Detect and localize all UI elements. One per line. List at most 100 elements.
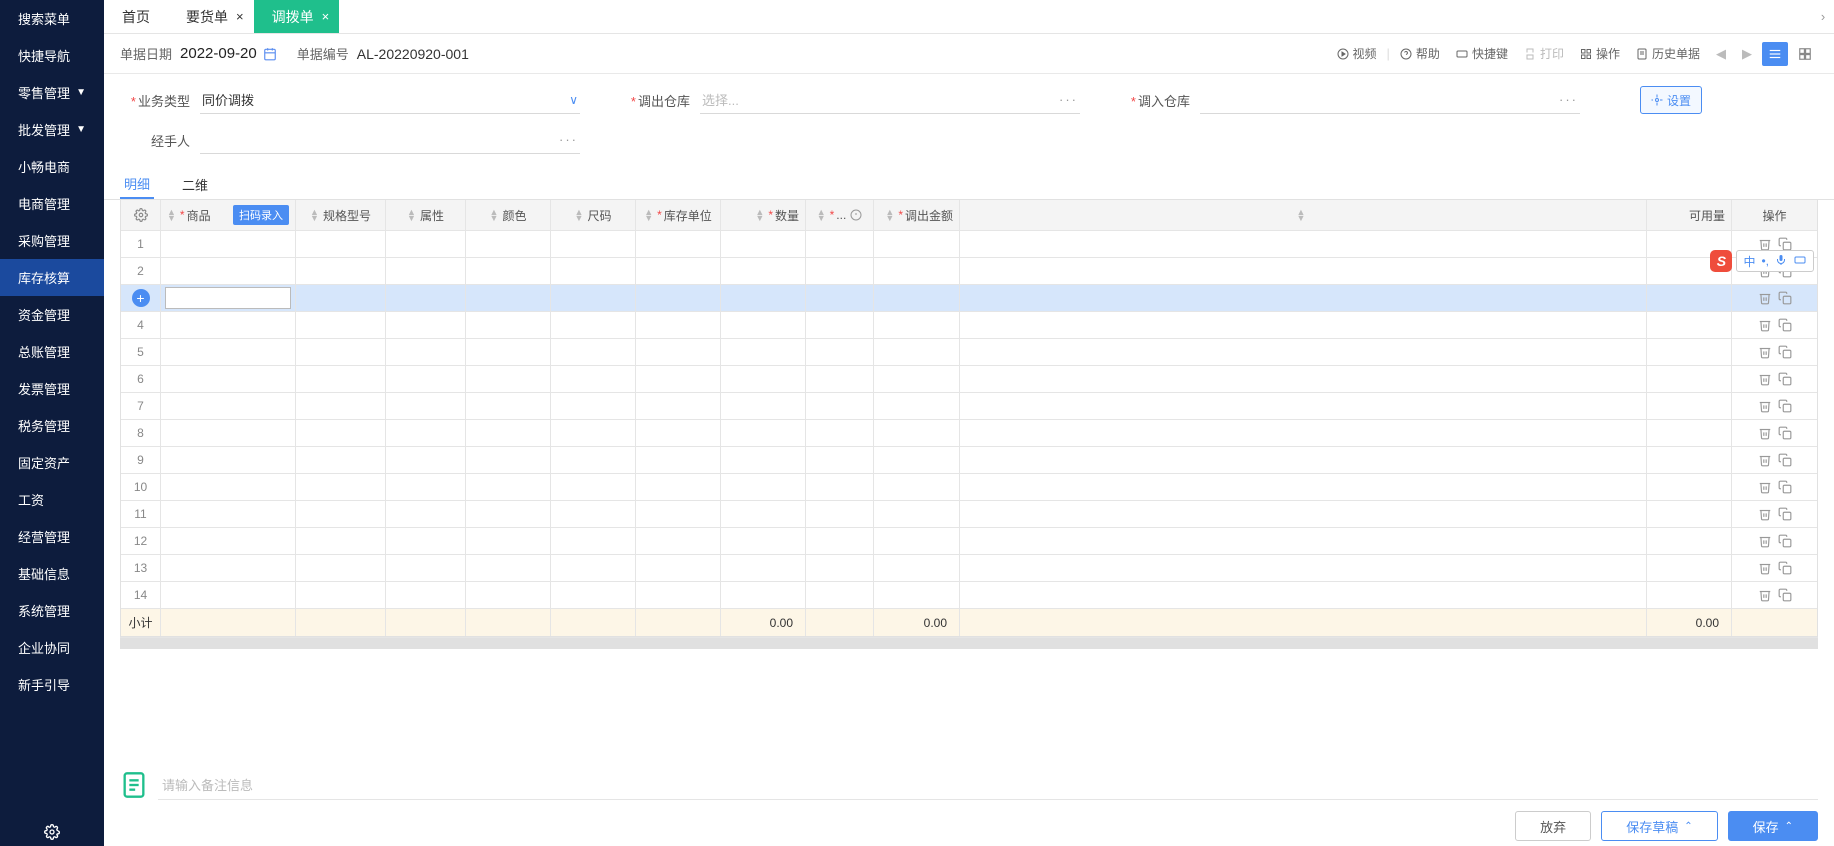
sidebar-item-ledger[interactable]: 总账管理: [0, 333, 104, 370]
cell-attr[interactable]: [386, 339, 466, 365]
cell-hidden[interactable]: [806, 366, 874, 392]
table-row[interactable]: 14: [121, 581, 1817, 608]
cell-blank[interactable]: [960, 420, 1647, 446]
cell-blank[interactable]: [960, 582, 1647, 608]
cell-unit[interactable]: [636, 366, 721, 392]
cell-hidden[interactable]: [806, 474, 874, 500]
cell-product[interactable]: [161, 420, 296, 446]
discard-button[interactable]: 放弃: [1515, 811, 1591, 841]
view-list-icon[interactable]: [1762, 42, 1788, 66]
cell-amount[interactable]: [874, 582, 960, 608]
cell-hidden[interactable]: [806, 528, 874, 554]
delete-row-icon[interactable]: [1758, 507, 1772, 521]
sogou-ime-icon[interactable]: S: [1710, 250, 1732, 272]
sidebar-item-assets[interactable]: 固定资产: [0, 444, 104, 481]
nav-prev-icon[interactable]: ◀: [1710, 46, 1732, 62]
table-row[interactable]: 12: [121, 527, 1817, 554]
cell-qty[interactable]: [721, 366, 806, 392]
tab-close-icon[interactable]: ×: [236, 9, 244, 24]
cell-unit[interactable]: [636, 258, 721, 284]
col-hidden[interactable]: ▲▼*...: [806, 200, 874, 230]
cell-product[interactable]: [161, 474, 296, 500]
settings-button[interactable]: 设置: [1640, 86, 1702, 114]
delete-row-icon[interactable]: [1758, 534, 1772, 548]
delete-row-icon[interactable]: [1758, 561, 1772, 575]
cell-size[interactable]: [551, 555, 636, 581]
cell-color[interactable]: [466, 312, 551, 338]
copy-row-icon[interactable]: [1778, 426, 1792, 440]
cell-size[interactable]: [551, 285, 636, 311]
cell-color[interactable]: [466, 447, 551, 473]
cell-available[interactable]: [1647, 339, 1732, 365]
cell-unit[interactable]: [636, 231, 721, 257]
sidebar-item-basic[interactable]: 基础信息: [0, 555, 104, 592]
tool-action[interactable]: 操作: [1574, 45, 1626, 62]
out-warehouse-select[interactable]: 选择... ···: [700, 86, 1080, 114]
table-row[interactable]: 7: [121, 392, 1817, 419]
biz-type-select[interactable]: 同价调拨 ∨: [200, 86, 580, 114]
table-row[interactable]: 6: [121, 365, 1817, 392]
cell-size[interactable]: [551, 258, 636, 284]
cell-hidden[interactable]: [806, 501, 874, 527]
cell-blank[interactable]: [960, 231, 1647, 257]
tab-close-icon[interactable]: ×: [322, 9, 330, 24]
col-qty[interactable]: ▲▼*数量: [721, 200, 806, 230]
sidebar-item-xiaochang[interactable]: 小畅电商: [0, 148, 104, 185]
cell-amount[interactable]: [874, 339, 960, 365]
cell-amount[interactable]: [874, 501, 960, 527]
cell-spec[interactable]: [296, 447, 386, 473]
cell-blank[interactable]: [960, 393, 1647, 419]
cell-unit[interactable]: [636, 339, 721, 365]
cell-blank[interactable]: [960, 285, 1647, 311]
tab-requisition[interactable]: 要货单×: [168, 0, 254, 33]
cell-available[interactable]: [1647, 474, 1732, 500]
sidebar-item-search[interactable]: 搜索菜单: [0, 0, 104, 37]
table-row[interactable]: 5: [121, 338, 1817, 365]
cell-hidden[interactable]: [806, 258, 874, 284]
cell-amount[interactable]: [874, 312, 960, 338]
cell-hidden[interactable]: [806, 420, 874, 446]
cell-qty[interactable]: [721, 393, 806, 419]
cell-product[interactable]: [161, 231, 296, 257]
cell-qty[interactable]: [721, 258, 806, 284]
table-row[interactable]: 10: [121, 473, 1817, 500]
cell-attr[interactable]: [386, 447, 466, 473]
in-warehouse-select[interactable]: ···: [1200, 86, 1580, 114]
cell-product[interactable]: [161, 582, 296, 608]
cell-spec[interactable]: [296, 474, 386, 500]
inner-tab-detail[interactable]: 明细: [120, 170, 154, 199]
table-row[interactable]: 9: [121, 446, 1817, 473]
tool-help[interactable]: 帮助: [1394, 45, 1446, 62]
cell-spec[interactable]: [296, 258, 386, 284]
cell-color[interactable]: [466, 474, 551, 500]
col-color[interactable]: ▲▼颜色: [466, 200, 551, 230]
cell-product[interactable]: [161, 312, 296, 338]
cell-blank[interactable]: [960, 258, 1647, 284]
cell-product[interactable]: [161, 393, 296, 419]
col-amount[interactable]: ▲▼*调出金额: [874, 200, 960, 230]
calendar-icon[interactable]: [263, 47, 277, 61]
ime-mic-icon[interactable]: [1775, 254, 1787, 269]
delete-row-icon[interactable]: [1758, 372, 1772, 386]
cell-qty[interactable]: [721, 420, 806, 446]
cell-available[interactable]: [1647, 501, 1732, 527]
sidebar-item-collab[interactable]: 企业协同: [0, 629, 104, 666]
cell-size[interactable]: [551, 393, 636, 419]
col-size[interactable]: ▲▼尺码: [551, 200, 636, 230]
cell-qty[interactable]: [721, 528, 806, 554]
cell-attr[interactable]: [386, 474, 466, 500]
tab-home[interactable]: 首页: [104, 0, 168, 33]
cell-available[interactable]: [1647, 366, 1732, 392]
cell-size[interactable]: [551, 420, 636, 446]
cell-attr[interactable]: [386, 366, 466, 392]
delete-row-icon[interactable]: [1758, 291, 1772, 305]
cell-product[interactable]: [161, 258, 296, 284]
cell-unit[interactable]: [636, 393, 721, 419]
delete-row-icon[interactable]: [1758, 426, 1772, 440]
sidebar-settings-icon[interactable]: [0, 818, 104, 846]
copy-row-icon[interactable]: [1778, 480, 1792, 494]
cell-spec[interactable]: [296, 420, 386, 446]
sidebar-item-operation[interactable]: 经营管理: [0, 518, 104, 555]
cell-available[interactable]: [1647, 528, 1732, 554]
cell-unit[interactable]: [636, 474, 721, 500]
